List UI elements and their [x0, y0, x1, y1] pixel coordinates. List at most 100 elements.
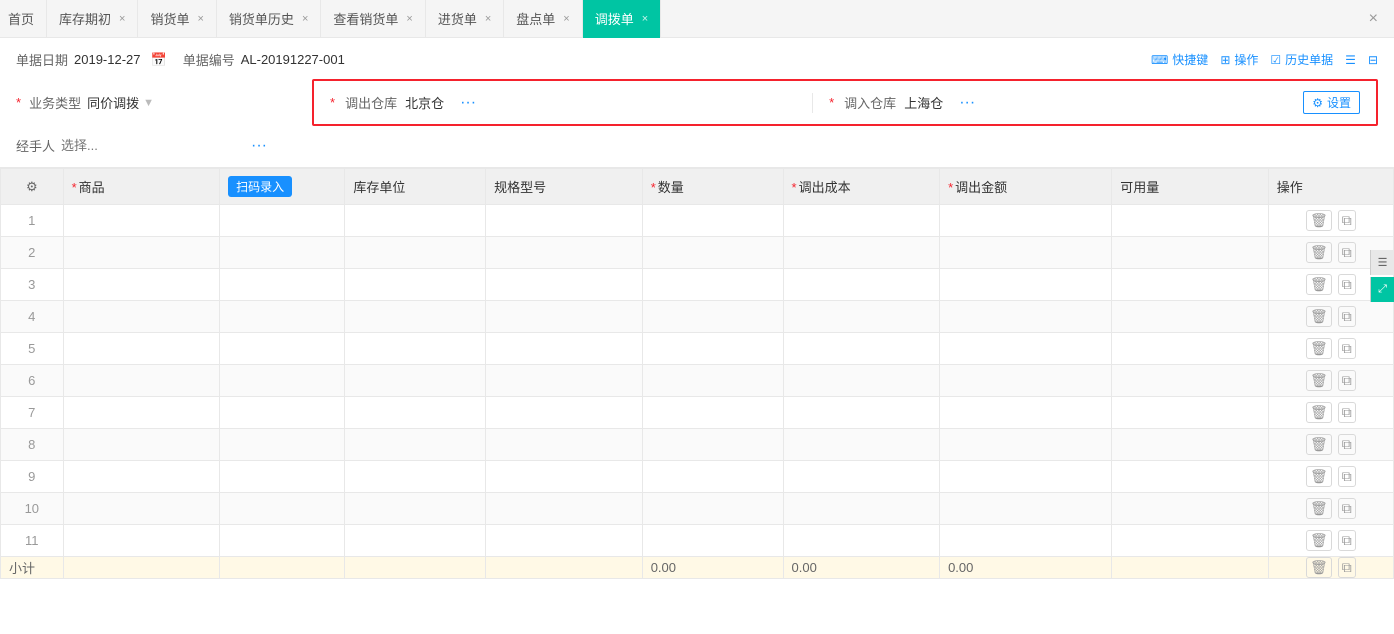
tab-sales-history[interactable]: 销货单历史 ×	[217, 0, 321, 38]
agent-more-btn[interactable]: ···	[251, 137, 267, 155]
tab-close-sales-order[interactable]: ×	[197, 13, 203, 25]
row-product-5[interactable]	[63, 333, 220, 365]
tab-view-sales-order[interactable]: 查看销货单 ×	[321, 0, 425, 38]
tab-sales-order[interactable]: 销货单 ×	[138, 0, 216, 38]
row-product-4[interactable]	[63, 301, 220, 333]
row-amount-3[interactable]	[940, 269, 1112, 301]
row-copy-icon-1[interactable]: ⧉	[1338, 210, 1356, 231]
calendar-icon[interactable]: 📅	[151, 52, 167, 68]
row-copy-icon-5[interactable]: ⧉	[1338, 338, 1356, 359]
float-expand-btn[interactable]: ⤢	[1370, 277, 1394, 302]
row-qty-5[interactable]	[642, 333, 783, 365]
row-cost-1[interactable]	[783, 205, 940, 237]
row-amount-7[interactable]	[940, 397, 1112, 429]
tab-inventory-count[interactable]: 盘点单 ×	[504, 0, 582, 38]
row-cost-4[interactable]	[783, 301, 940, 333]
row-delete-icon-5[interactable]: 🗑	[1306, 338, 1332, 359]
tab-home[interactable]: 首页	[8, 0, 47, 38]
history-btn[interactable]: ☑ 历史单据	[1270, 51, 1333, 68]
row-cost-11[interactable]	[783, 525, 940, 557]
layout-btn-2[interactable]: ⊟	[1368, 53, 1378, 67]
row-product-11[interactable]	[63, 525, 220, 557]
out-warehouse-more-btn[interactable]: ···	[460, 94, 476, 112]
tab-close-transfer-order[interactable]: ×	[642, 13, 648, 25]
row-qty-1[interactable]	[642, 205, 783, 237]
tab-inventory-init[interactable]: 库存期初 ×	[47, 0, 138, 38]
row-product-7[interactable]	[63, 397, 220, 429]
settings-btn[interactable]: ⚙ 设置	[1303, 91, 1360, 114]
row-delete-icon-4[interactable]: 🗑	[1306, 306, 1332, 327]
row-amount-11[interactable]	[940, 525, 1112, 557]
row-amount-2[interactable]	[940, 237, 1112, 269]
row-product-10[interactable]	[63, 493, 220, 525]
scan-btn[interactable]: 扫码录入	[228, 176, 292, 197]
row-copy-icon-9[interactable]: ⧉	[1338, 466, 1356, 487]
row-delete-icon-10[interactable]: 🗑	[1306, 498, 1332, 519]
tab-transfer-order[interactable]: 调拨单 ×	[583, 0, 661, 38]
row-delete-icon-3[interactable]: 🗑	[1306, 274, 1332, 295]
row-amount-9[interactable]	[940, 461, 1112, 493]
row-product-2[interactable]	[63, 237, 220, 269]
row-product-9[interactable]	[63, 461, 220, 493]
row-copy-icon-2[interactable]: ⧉	[1338, 242, 1356, 263]
row-product-8[interactable]	[63, 429, 220, 461]
row-cost-5[interactable]	[783, 333, 940, 365]
row-cost-9[interactable]	[783, 461, 940, 493]
business-type-select[interactable]: 同价调拨 ▼	[87, 93, 207, 112]
tab-close-inventory-init[interactable]: ×	[119, 13, 125, 25]
row-amount-4[interactable]	[940, 301, 1112, 333]
row-product-1[interactable]	[63, 205, 220, 237]
tab-purchase-order[interactable]: 进货单 ×	[426, 0, 504, 38]
row-cost-8[interactable]	[783, 429, 940, 461]
table-gear-icon[interactable]: ⚙	[26, 179, 38, 195]
row-delete-icon-2[interactable]: 🗑	[1306, 242, 1332, 263]
row-amount-1[interactable]	[940, 205, 1112, 237]
row-amount-6[interactable]	[940, 365, 1112, 397]
layout-btn-1[interactable]: ☰	[1345, 53, 1356, 67]
row-delete-icon-6[interactable]: 🗑	[1306, 370, 1332, 391]
operations-btn[interactable]: ⊞ 操作	[1220, 51, 1258, 68]
row-delete-icon-7[interactable]: 🗑	[1306, 402, 1332, 423]
row-qty-8[interactable]	[642, 429, 783, 461]
row-qty-10[interactable]	[642, 493, 783, 525]
row-cost-6[interactable]	[783, 365, 940, 397]
row-copy-icon-8[interactable]: ⧉	[1338, 434, 1356, 455]
row-qty-3[interactable]	[642, 269, 783, 301]
row-qty-6[interactable]	[642, 365, 783, 397]
row-copy-icon-3[interactable]: ⧉	[1338, 274, 1356, 295]
row-qty-9[interactable]	[642, 461, 783, 493]
subtotal-delete-icon[interactable]: 🗑	[1306, 557, 1332, 578]
row-amount-5[interactable]	[940, 333, 1112, 365]
row-product-6[interactable]	[63, 365, 220, 397]
row-delete-icon-9[interactable]: 🗑	[1306, 466, 1332, 487]
in-warehouse-more-btn[interactable]: ···	[959, 94, 975, 112]
row-amount-8[interactable]	[940, 429, 1112, 461]
row-delete-icon-8[interactable]: 🗑	[1306, 434, 1332, 455]
row-copy-icon-6[interactable]: ⧉	[1338, 370, 1356, 391]
tab-bar-close-btn[interactable]: ×	[1361, 10, 1386, 28]
row-qty-11[interactable]	[642, 525, 783, 557]
row-cost-7[interactable]	[783, 397, 940, 429]
tab-close-inventory-count[interactable]: ×	[563, 13, 569, 25]
subtotal-copy-icon[interactable]: ⧉	[1338, 557, 1356, 578]
row-qty-2[interactable]	[642, 237, 783, 269]
tab-close-purchase-order[interactable]: ×	[485, 13, 491, 25]
row-delete-icon-1[interactable]: 🗑	[1306, 210, 1332, 231]
row-cost-3[interactable]	[783, 269, 940, 301]
row-product-3[interactable]	[63, 269, 220, 301]
tab-close-sales-history[interactable]: ×	[302, 13, 308, 25]
agent-input[interactable]	[61, 138, 237, 153]
row-qty-4[interactable]	[642, 301, 783, 333]
row-copy-icon-10[interactable]: ⧉	[1338, 498, 1356, 519]
shortcut-btn[interactable]: ⌨ 快捷键	[1151, 51, 1208, 68]
row-cost-10[interactable]	[783, 493, 940, 525]
row-qty-7[interactable]	[642, 397, 783, 429]
row-amount-10[interactable]	[940, 493, 1112, 525]
row-copy-icon-11[interactable]: ⧉	[1338, 530, 1356, 551]
row-delete-icon-11[interactable]: 🗑	[1306, 530, 1332, 551]
float-list-btn[interactable]: ☰	[1370, 250, 1394, 275]
row-cost-2[interactable]	[783, 237, 940, 269]
row-copy-icon-7[interactable]: ⧉	[1338, 402, 1356, 423]
tab-close-view-sales-order[interactable]: ×	[406, 13, 412, 25]
row-copy-icon-4[interactable]: ⧉	[1338, 306, 1356, 327]
